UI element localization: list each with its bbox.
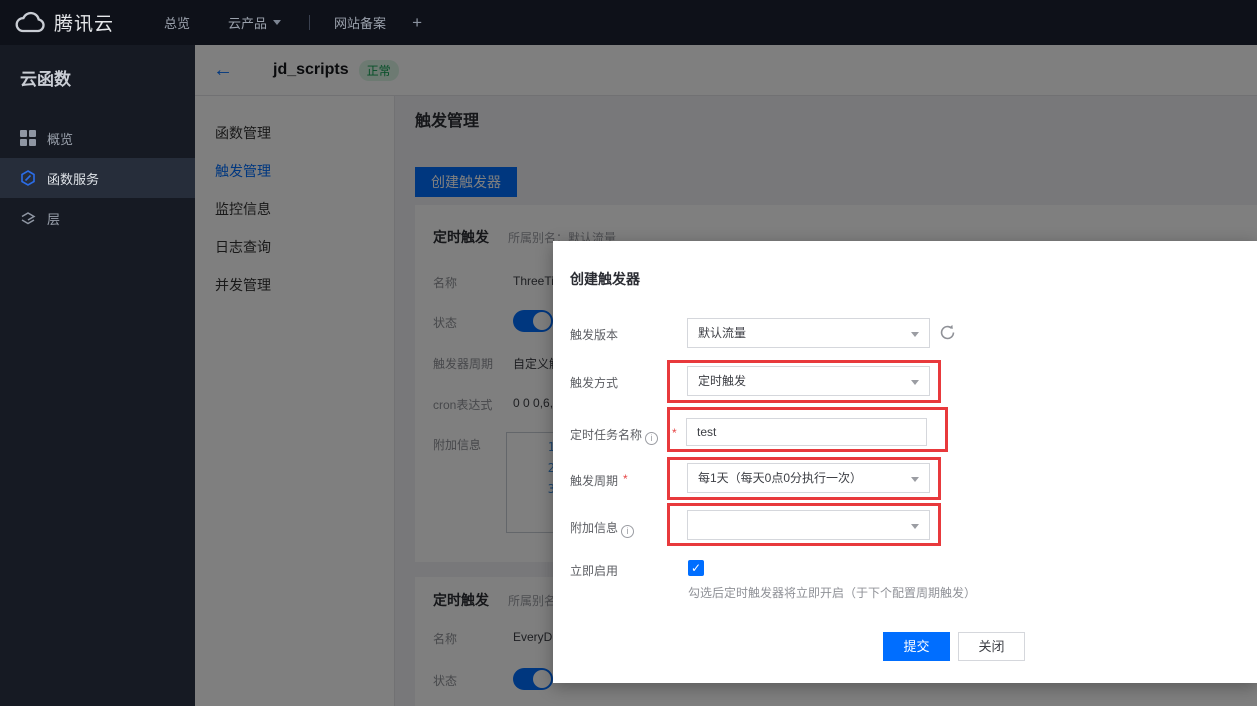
chevron-down-icon bbox=[911, 380, 919, 385]
info-icon: i bbox=[621, 525, 634, 538]
brand-name: 腾讯云 bbox=[54, 9, 114, 36]
sidebar-item-function-service[interactable]: 函数服务 bbox=[0, 158, 195, 198]
label-trigger-method: 触发方式 bbox=[570, 374, 618, 391]
nav-beian[interactable]: 网站备案 bbox=[334, 13, 386, 32]
trigger-version-value: 默认流量 bbox=[698, 326, 746, 340]
enable-now-checkbox[interactable]: ✓ bbox=[688, 560, 704, 576]
cloud-logo-icon bbox=[14, 11, 46, 35]
submit-button[interactable]: 提交 bbox=[883, 632, 950, 661]
chevron-down-icon bbox=[911, 524, 919, 529]
nav-overview[interactable]: 总览 bbox=[164, 13, 190, 32]
tencent-cloud-logo[interactable]: 腾讯云 bbox=[14, 9, 114, 36]
enable-now-hint: 勾选后定时触发器将立即开启（于下个配置周期触发） bbox=[688, 584, 976, 601]
nav-products-label: 云产品 bbox=[228, 13, 267, 32]
grid-icon bbox=[20, 130, 36, 146]
sidebar-item-label: 函数服务 bbox=[47, 169, 99, 188]
top-nav: 腾讯云 总览 云产品 网站备案 + bbox=[0, 0, 1257, 45]
trigger-cycle-select[interactable]: 每1天（每天0点0分执行一次） bbox=[687, 463, 930, 493]
modal-title: 创建触发器 bbox=[570, 269, 640, 289]
label-trigger-cycle: 触发周期 bbox=[570, 472, 618, 489]
label-task-name-text: 定时任务名称 bbox=[570, 428, 642, 442]
sidebar-item-overview[interactable]: 概览 bbox=[0, 118, 195, 158]
nav-products[interactable]: 云产品 bbox=[228, 13, 281, 32]
extra-info-select[interactable] bbox=[687, 510, 930, 540]
chevron-down-icon bbox=[911, 477, 919, 482]
add-tab-button[interactable]: + bbox=[412, 13, 422, 33]
trigger-version-select[interactable]: 默认流量 bbox=[687, 318, 930, 348]
layers-icon bbox=[20, 210, 36, 226]
label-task-name: 定时任务名称i bbox=[570, 426, 658, 445]
chevron-down-icon bbox=[273, 20, 281, 25]
info-icon: i bbox=[645, 432, 658, 445]
sidebar-item-label: 层 bbox=[47, 209, 60, 228]
label-trigger-version: 触发版本 bbox=[570, 326, 618, 343]
trigger-method-select[interactable]: 定时触发 bbox=[687, 366, 930, 396]
chevron-down-icon bbox=[911, 332, 919, 337]
app-root: 腾讯云 总览 云产品 网站备案 + 云函数 概览 bbox=[0, 0, 1257, 706]
function-hexagon-icon bbox=[20, 170, 36, 186]
task-name-input[interactable] bbox=[686, 418, 927, 446]
nav-divider bbox=[309, 15, 310, 30]
label-enable-now: 立即启用 bbox=[570, 562, 618, 579]
label-extra-info: 附加信息i bbox=[570, 519, 634, 538]
required-asterisk: * bbox=[623, 472, 628, 486]
sidebar-item-label: 概览 bbox=[47, 129, 73, 148]
label-extra-info-text: 附加信息 bbox=[570, 521, 618, 535]
trigger-method-value: 定时触发 bbox=[698, 374, 746, 388]
sidebar-title: 云函数 bbox=[0, 45, 195, 90]
refresh-icon[interactable] bbox=[939, 324, 956, 341]
create-trigger-modal: 创建触发器 触发版本 默认流量 触发方式 定时触发 定时任务名称i * 触发周期… bbox=[553, 241, 1257, 683]
required-asterisk: * bbox=[672, 426, 677, 440]
close-button[interactable]: 关闭 bbox=[958, 632, 1025, 661]
left-sidebar: 云函数 概览 函数服务 bbox=[0, 45, 195, 706]
trigger-cycle-value: 每1天（每天0点0分执行一次） bbox=[698, 471, 862, 485]
sidebar-item-layers[interactable]: 层 bbox=[0, 198, 195, 238]
